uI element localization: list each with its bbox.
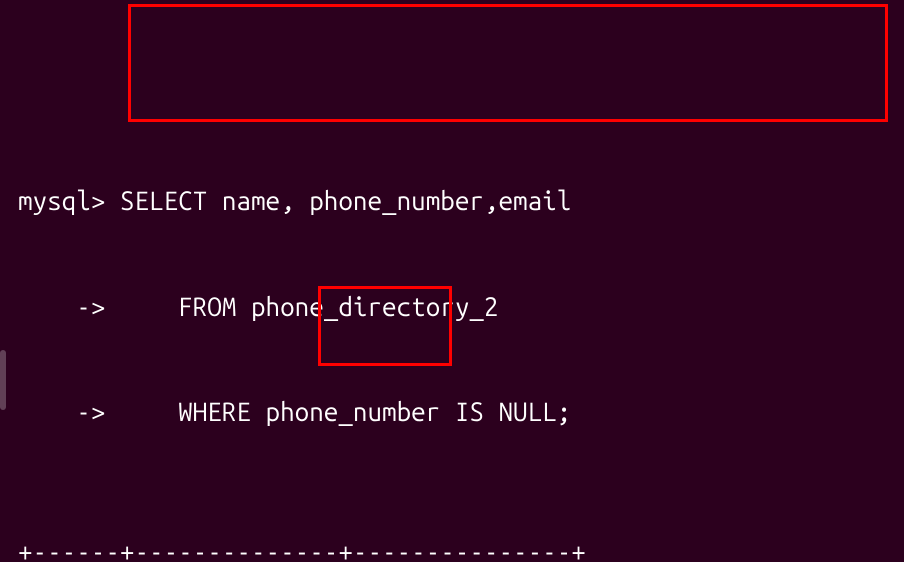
query-line-3: -> WHERE phone_number IS NULL;	[18, 394, 894, 429]
terminal[interactable]: mysql> SELECT name, phone_number,email -…	[0, 0, 904, 562]
prompt-mysql: mysql>	[18, 186, 105, 215]
table-border-top: +------+--------------+---------------+	[18, 534, 894, 562]
prompt-cont: ->	[18, 292, 105, 321]
query-line-1: mysql> SELECT name, phone_number,email	[18, 183, 894, 218]
sql-line-2: FROM phone_directory_2	[105, 292, 498, 321]
sql-line-1: SELECT name, phone_number,email	[105, 186, 571, 215]
highlight-query-box	[128, 4, 888, 122]
scrollbar-thumb[interactable]	[0, 350, 6, 410]
query-line-2: -> FROM phone_directory_2	[18, 289, 894, 324]
sql-line-3: WHERE phone_number IS NULL;	[105, 397, 571, 426]
prompt-cont: ->	[18, 397, 105, 426]
